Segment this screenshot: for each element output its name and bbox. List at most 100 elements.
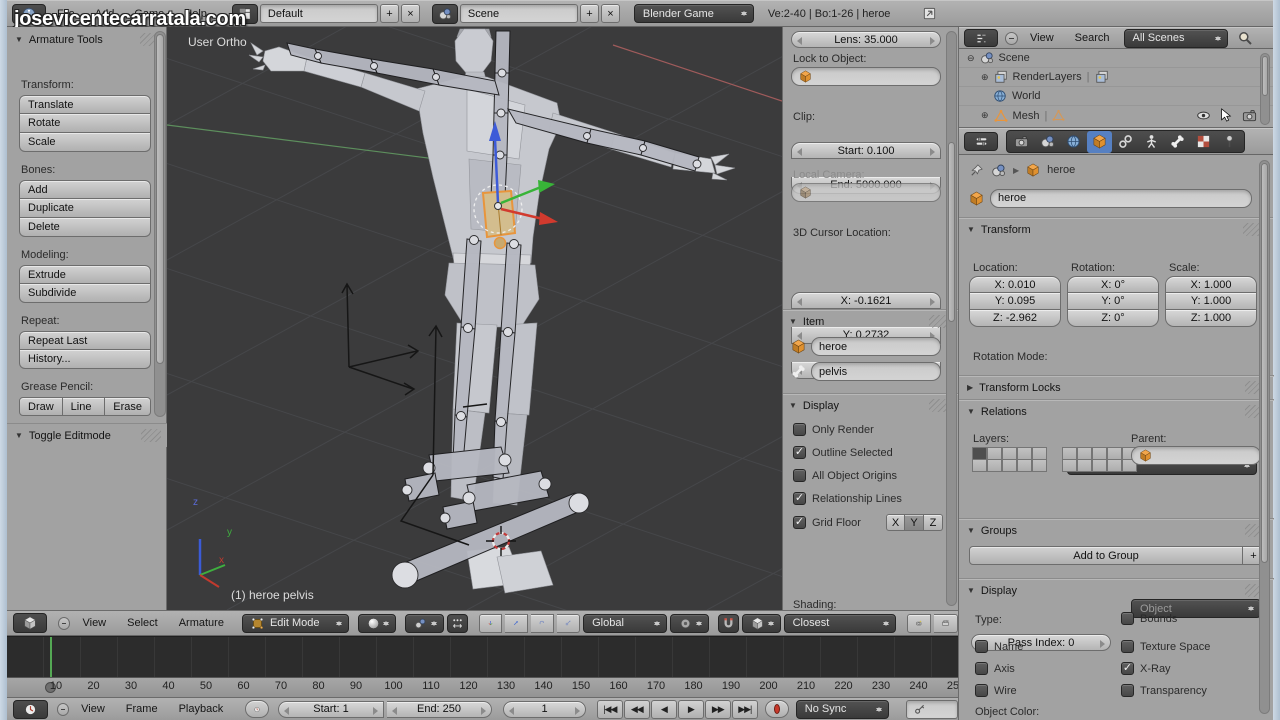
add-bone-button[interactable]: Add — [19, 180, 151, 199]
item-panel-header[interactable]: Item — [789, 315, 949, 328]
collapse-menus-button[interactable] — [58, 616, 71, 630]
repeat-last-button[interactable]: Repeat Last — [19, 331, 151, 350]
tool-shelf-scrollbar-thumb[interactable] — [156, 34, 164, 364]
snap-element-dropdown[interactable] — [741, 613, 781, 633]
keying-set-field[interactable] — [905, 699, 959, 719]
close-layout-button[interactable]: × — [400, 4, 420, 23]
n-panel-scrollbar-thumb[interactable] — [948, 142, 955, 322]
previous-keyframe-button[interactable]: ◀◀ — [623, 699, 650, 719]
location-x-field[interactable]: X: 0.010 — [969, 276, 1061, 293]
scene-icon[interactable] — [991, 163, 1006, 178]
scale-z-field[interactable]: Z: 1.000 — [1165, 310, 1257, 327]
viewport-3d[interactable]: User Ortho (1) heroe pelvis z y x — [167, 27, 782, 610]
translate-button[interactable]: Translate — [19, 95, 151, 114]
visibility-eye-icon[interactable] — [1196, 108, 1211, 123]
subdivide-button[interactable]: Subdivide — [19, 284, 151, 303]
outliner-row-scene[interactable]: ⊖ Scene — [959, 49, 1273, 68]
rotate-manipulator-button[interactable] — [531, 613, 555, 633]
layer-cell[interactable] — [1002, 459, 1017, 472]
grid-floor-checkbox[interactable] — [793, 516, 806, 529]
manipulate-center-points-toggle[interactable] — [447, 613, 469, 633]
properties-scrollbar[interactable] — [1259, 160, 1270, 714]
outliner-search-menu[interactable]: Search — [1066, 32, 1119, 44]
duplicate-bone-button[interactable]: Duplicate — [19, 199, 151, 218]
layer-cell[interactable] — [1107, 459, 1122, 472]
viewport-shading-dropdown[interactable] — [357, 613, 397, 633]
outliner-row-renderlayers[interactable]: ⊕ RenderLayers | — [959, 68, 1273, 87]
snap-target-dropdown[interactable]: Closest — [783, 613, 896, 633]
scene-icon-button[interactable] — [431, 3, 458, 24]
render-tab[interactable] — [1009, 131, 1034, 153]
outliner-scrollbar[interactable] — [1260, 53, 1270, 125]
timeline-track-area[interactable] — [7, 636, 958, 678]
transform-panel-header[interactable]: Transform — [959, 218, 1273, 238]
panel-grip[interactable] — [141, 429, 161, 442]
layer-cell[interactable] — [1017, 459, 1032, 472]
use-preview-range-button[interactable] — [245, 700, 270, 718]
lock-to-object-field[interactable] — [791, 67, 941, 86]
texture-space-checkbox[interactable] — [1121, 640, 1134, 653]
scale-button[interactable]: Scale — [19, 133, 151, 152]
groups-panel-header[interactable]: Groups — [967, 524, 1265, 537]
only-render-checkbox[interactable] — [793, 423, 806, 436]
translate-manipulator-button[interactable] — [505, 613, 529, 633]
relations-panel-header[interactable]: Relations — [967, 405, 1265, 418]
grease-draw-button[interactable]: Draw — [19, 397, 63, 416]
object-name-field[interactable]: heroe — [811, 337, 941, 356]
layer-cell[interactable] — [1062, 459, 1077, 472]
timeline-playback-menu[interactable]: Playback — [170, 703, 233, 715]
add-to-group-button[interactable]: Add to Group — [969, 546, 1243, 565]
play-button[interactable]: ▶ — [677, 699, 704, 719]
current-frame-playhead[interactable] — [50, 637, 52, 678]
proportional-edit-dropdown[interactable] — [670, 613, 709, 633]
mode-dropdown[interactable]: Edit Mode — [241, 613, 349, 633]
pivot-point-dropdown[interactable] — [405, 613, 445, 633]
scene-tab[interactable] — [1035, 131, 1060, 153]
tool-shelf-scrollbar[interactable] — [154, 31, 166, 417]
layer-cell[interactable] — [1032, 459, 1047, 472]
scale-y-field[interactable]: Y: 1.000 — [1165, 293, 1257, 310]
rotation-z-field[interactable]: Z: 0° — [1067, 310, 1159, 327]
outliner-item-label[interactable]: Mesh — [1013, 110, 1040, 122]
lens-field[interactable]: Lens: 35.000 — [791, 31, 941, 48]
axis-checkbox[interactable] — [975, 662, 988, 675]
layer-cell[interactable] — [1092, 459, 1107, 472]
bone-tab[interactable] — [1165, 131, 1190, 153]
record-button[interactable] — [764, 700, 789, 718]
scene-name-field[interactable]: Scene — [459, 4, 578, 23]
rotation-y-field[interactable]: Y: 0° — [1067, 293, 1159, 310]
rotate-button[interactable]: Rotate — [19, 114, 151, 133]
display-panel-header[interactable]: Display — [967, 584, 1265, 597]
world-tab[interactable] — [1061, 131, 1086, 153]
grease-erase-button[interactable]: Erase — [105, 397, 151, 416]
outliner-row-mesh[interactable]: ⊕ Mesh | — [959, 106, 1273, 125]
bounds-checkbox[interactable] — [1121, 612, 1134, 625]
frame-end-field[interactable]: End: 250 — [386, 700, 493, 718]
render-animation-button[interactable] — [933, 613, 958, 633]
collapse-menus-button[interactable] — [1005, 31, 1018, 45]
layer-cell[interactable] — [987, 459, 1002, 472]
scale-x-field[interactable]: X: 1.000 — [1165, 276, 1257, 293]
render-opengl-button[interactable] — [906, 613, 931, 633]
history-button[interactable]: History... — [19, 350, 151, 369]
jump-to-start-button[interactable]: |◀◀ — [596, 699, 623, 719]
toggle-editmode-panel-header[interactable]: Toggle Editmode — [7, 423, 167, 447]
cursor-x-field[interactable]: X: -0.1621 — [791, 292, 941, 309]
timeline-frame-menu[interactable]: Frame — [117, 703, 167, 715]
transform-orientation-dropdown[interactable]: Global — [583, 613, 668, 633]
delete-bone-button[interactable]: Delete — [19, 218, 151, 237]
transparency-checkbox[interactable] — [1121, 684, 1134, 697]
timeline-ruler[interactable]: 10 20 30 40 50 60 70 80 90 100 110 120 130 140 150 160 1… — [7, 677, 965, 697]
grid-axis-y-button[interactable]: Y — [905, 514, 924, 531]
rotation-x-field[interactable]: X: 0° — [1067, 276, 1159, 293]
current-frame-field[interactable]: 1 — [503, 700, 586, 718]
play-reverse-button[interactable]: ◀ — [650, 699, 677, 719]
render-engine-dropdown[interactable]: Blender Game — [633, 4, 754, 23]
renderability-camera-icon[interactable] — [1242, 108, 1257, 123]
object-data-tab[interactable] — [1139, 131, 1164, 153]
pin-icon[interactable] — [969, 163, 984, 178]
layer-cell[interactable] — [972, 459, 987, 472]
close-scene-button[interactable]: × — [600, 4, 620, 23]
all-object-origins-checkbox[interactable] — [793, 469, 806, 482]
location-y-field[interactable]: Y: 0.095 — [969, 293, 1061, 310]
